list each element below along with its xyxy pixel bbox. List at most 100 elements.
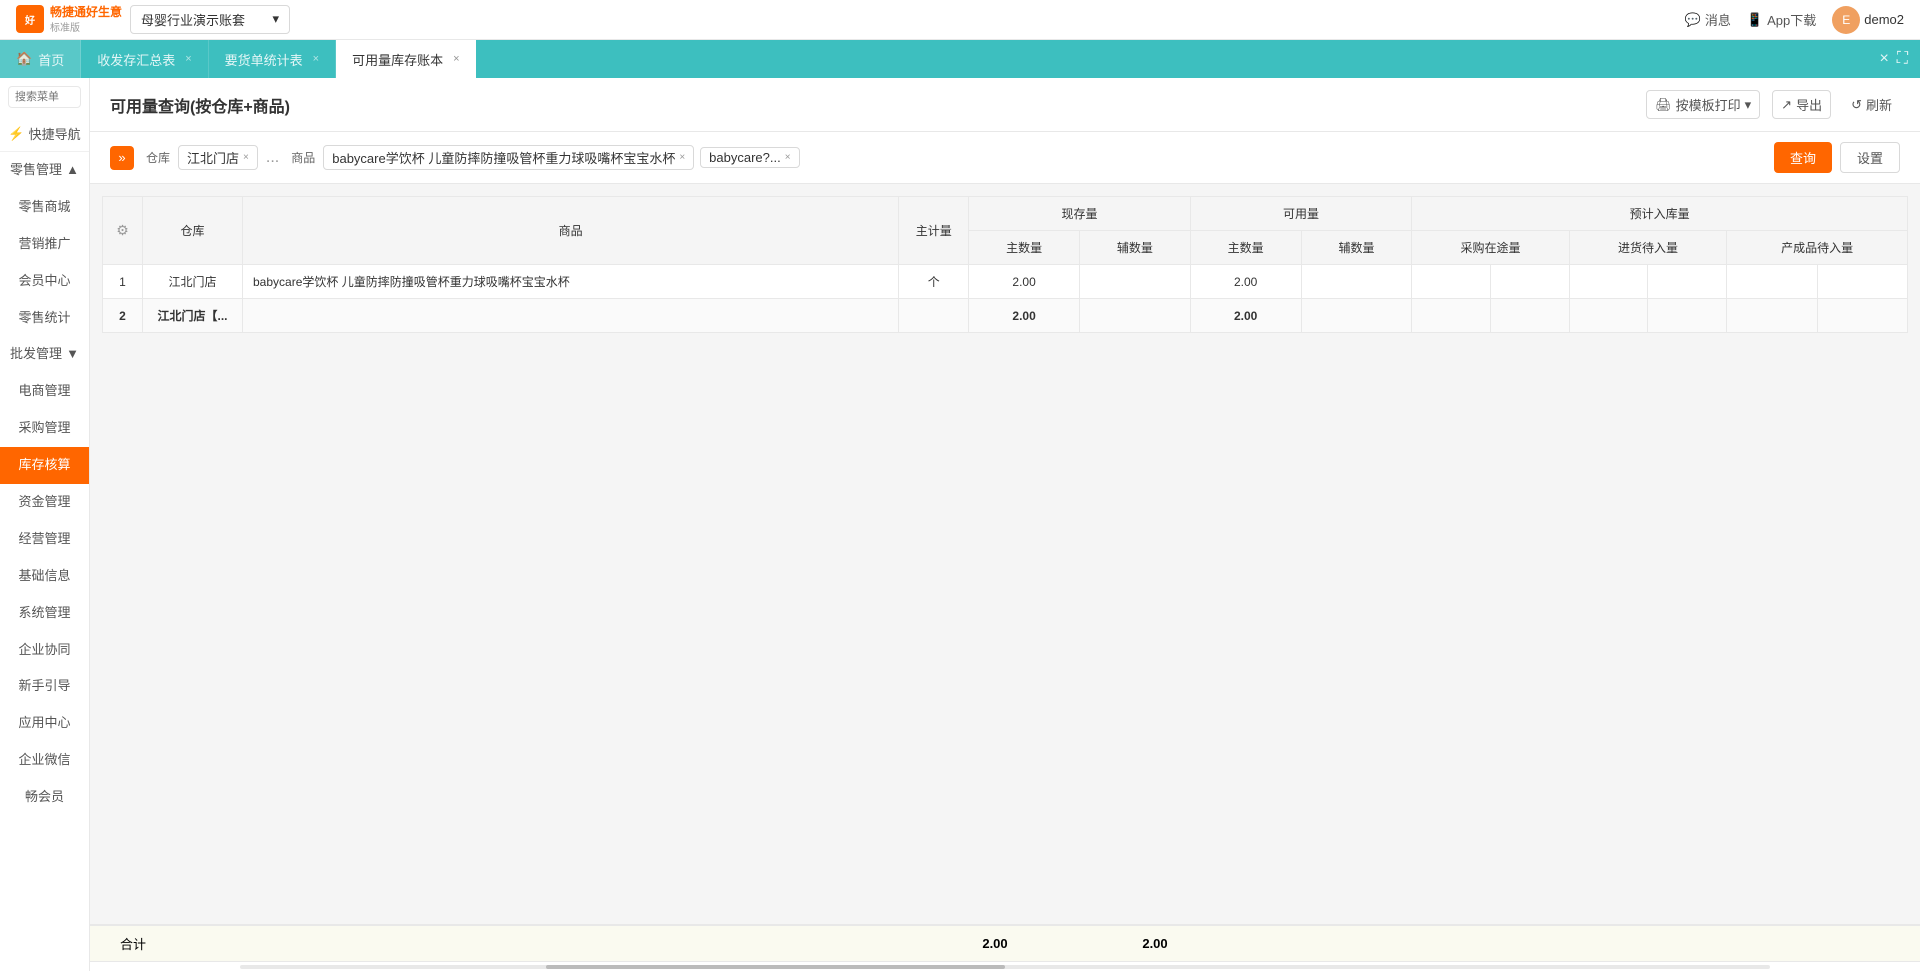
top-bar-right: 💬 消息 📱 App下载 E demo2 [1685,6,1904,34]
logo-area: 好 畅捷通好生意 标准版 [16,5,122,34]
warehouse-tag-text: 江北门店 [187,148,239,167]
sidebar-app-center-label: 应用中心 [18,715,70,732]
logo-sub: 标准版 [50,19,122,34]
quick-nav-label: 快捷导航 [29,124,81,143]
warehouse-col-header: 仓库 [143,197,243,265]
forecast-inbound-col-header: 预计入库量 [1412,197,1908,231]
row-purchase-aux [1491,265,1570,299]
sidebar-item-app-center[interactable]: 应用中心 [0,705,89,742]
warehouse-filter-tags: 江北门店 × [178,145,258,170]
horizontal-scrollbar[interactable] [240,965,1770,969]
sidebar-item-system[interactable]: 系统管理 [0,595,89,632]
message-icon: 💬 [1685,12,1701,28]
product-tag2[interactable]: babycare?... × [700,147,799,168]
available-col-header: 可用量 [1190,197,1412,231]
filter-area: » 仓库 江北门店 × ... 商品 babycare学饮杯 儿童防摔防撞吸管杯… [90,132,1920,184]
user-avatar-area[interactable]: E demo2 [1832,6,1904,34]
data-table: ⚙ 仓库 商品 主计量 现存量 可用量 预计入库量 主数量 辅数量 主数量 辅数… [102,196,1908,333]
row-incoming-aux [1648,265,1727,299]
row-purchase-main [1412,299,1491,333]
sidebar-item-retail-stats[interactable]: 零售统计 [0,300,89,337]
tab-order-stats[interactable]: 要货单统计表 × [209,40,336,78]
print-label: 按模板打印 [1676,95,1741,114]
sidebar-item-operation[interactable]: 经营管理 [0,521,89,558]
sidebar-item-enterprise[interactable]: 企业协同 [0,632,89,669]
row-production-main [1727,299,1817,333]
content-area: 可用量查询(按仓库+商品) 🖨 按模板打印 ▾ ↗ 导出 ↺ 刷新 [90,78,1920,971]
sidebar-item-basic-info[interactable]: 基础信息 [0,558,89,595]
export-icon: ↗ [1781,97,1792,113]
row-avail-aux [1301,299,1412,333]
settings-button[interactable]: 设置 [1840,142,1900,173]
logo-text-area: 畅捷通好生意 标准版 [50,5,122,34]
industry-select[interactable]: 母婴行业演示账套 ▾ [130,5,290,34]
quick-nav-icon: ⚡ [8,126,24,142]
footer-avail-main-total: 2.00 [1115,936,1195,951]
warehouse-tag-close-icon[interactable]: × [243,152,249,163]
fullscreen-btn[interactable]: ⛶ [1897,50,1908,68]
sidebar-item-zero-retail[interactable]: 零售管理 ▲ [0,152,89,189]
search-input[interactable] [8,86,81,108]
nav-tabs-right: × ⛶ [1867,40,1920,78]
tab-receipt-summary[interactable]: 收发存汇总表 × [81,40,208,78]
tab-receipt-summary-label: 收发存汇总表 [97,50,175,69]
row-unit [899,299,969,333]
table-settings-icon[interactable]: ⚙ [116,222,129,238]
warehouse-more-icon[interactable]: ... [266,149,279,167]
warehouse-tag[interactable]: 江北门店 × [178,145,258,170]
sidebar-item-wechat[interactable]: 企业微信 [0,742,89,779]
quick-nav-btn[interactable]: ⚡ 快捷导航 [0,116,89,152]
sidebar-item-member[interactable]: 会员中心 [0,263,89,300]
export-btn[interactable]: ↗ 导出 [1772,90,1831,119]
footer-stock-main-total: 2.00 [955,936,1035,951]
sidebar-item-inventory[interactable]: 库存核算 [0,447,89,484]
close-all-btn[interactable]: × [1879,50,1888,68]
warehouse-filter-label: 仓库 [146,149,170,166]
product-tag1[interactable]: babycare学饮杯 儿童防摔防撞吸管杯重力球吸嘴杯宝宝水杯 × [323,145,694,170]
sidebar-item-ecommerce[interactable]: 电商管理 [0,373,89,410]
sidebar-system-label: 系统管理 [18,605,70,622]
row-unit: 个 [899,265,969,299]
query-button[interactable]: 查询 [1774,142,1832,173]
print-btn[interactable]: 🖨 按模板打印 ▾ [1646,90,1760,119]
sidebar-item-newbie[interactable]: 新手引导 [0,668,89,705]
table-footer: 合计 2.00 2.00 [90,924,1920,961]
sidebar-ecommerce-label: 电商管理 [18,383,70,400]
message-label: 消息 [1705,10,1731,29]
filter-expand-btn[interactable]: » [110,146,134,170]
sidebar-member-label: 会员中心 [18,273,70,290]
app-download-btn[interactable]: 📱 App下载 [1747,10,1816,29]
filter-actions: 查询 设置 [1774,142,1900,173]
row-purchase-main [1412,265,1491,299]
print-chevron-icon: ▾ [1745,97,1752,113]
avail-main-qty-header: 主数量 [1190,231,1301,265]
refresh-btn[interactable]: ↺ 刷新 [1843,91,1900,118]
sidebar-enterprise-label: 企业协同 [18,642,70,659]
product-tag1-close-icon[interactable]: × [679,152,685,163]
sidebar-vip-label: 畅会员 [25,789,64,806]
message-btn[interactable]: 💬 消息 [1685,10,1731,29]
row-stock-aux [1080,265,1191,299]
product-tag1-text: babycare学饮杯 儿童防摔防撞吸管杯重力球吸嘴杯宝宝水杯 [332,148,675,167]
footer-label: 合计 [100,934,240,953]
tab-available-stock[interactable]: 可用量库存账本 × [336,40,475,78]
print-icon: 🖨 [1655,97,1672,113]
sidebar-item-finance[interactable]: 资金管理 [0,484,89,521]
product-tag2-close-icon[interactable]: × [785,152,791,163]
row-index: 2 [103,299,143,333]
sidebar-item-vip[interactable]: 畅会员 [0,779,89,816]
close-order-stats-icon[interactable]: × [313,53,319,65]
sidebar-item-retail-mall[interactable]: 零售商城 [0,189,89,226]
close-available-stock-icon[interactable]: × [453,53,459,65]
sidebar-item-wholesale[interactable]: 批发管理 ▼ [0,336,89,373]
sidebar-item-purchase[interactable]: 采购管理 [0,410,89,447]
refresh-icon: ↺ [1851,97,1862,113]
main-unit-col-header: 主计量 [899,197,969,265]
top-bar: 好 畅捷通好生意 标准版 母婴行业演示账套 ▾ 💬 消息 📱 App下载 E d… [0,0,1920,40]
tab-home-label: 首页 [38,50,64,69]
tab-home[interactable]: 🏠 首页 [0,40,81,78]
row-avail-main: 2.00 [1190,299,1301,333]
row-product: babycare学饮杯 儿童防摔防撞吸管杯重力球吸嘴杯宝宝水杯 [243,265,899,299]
sidebar-item-marketing[interactable]: 营销推广 [0,226,89,263]
close-receipt-summary-icon[interactable]: × [185,53,191,65]
